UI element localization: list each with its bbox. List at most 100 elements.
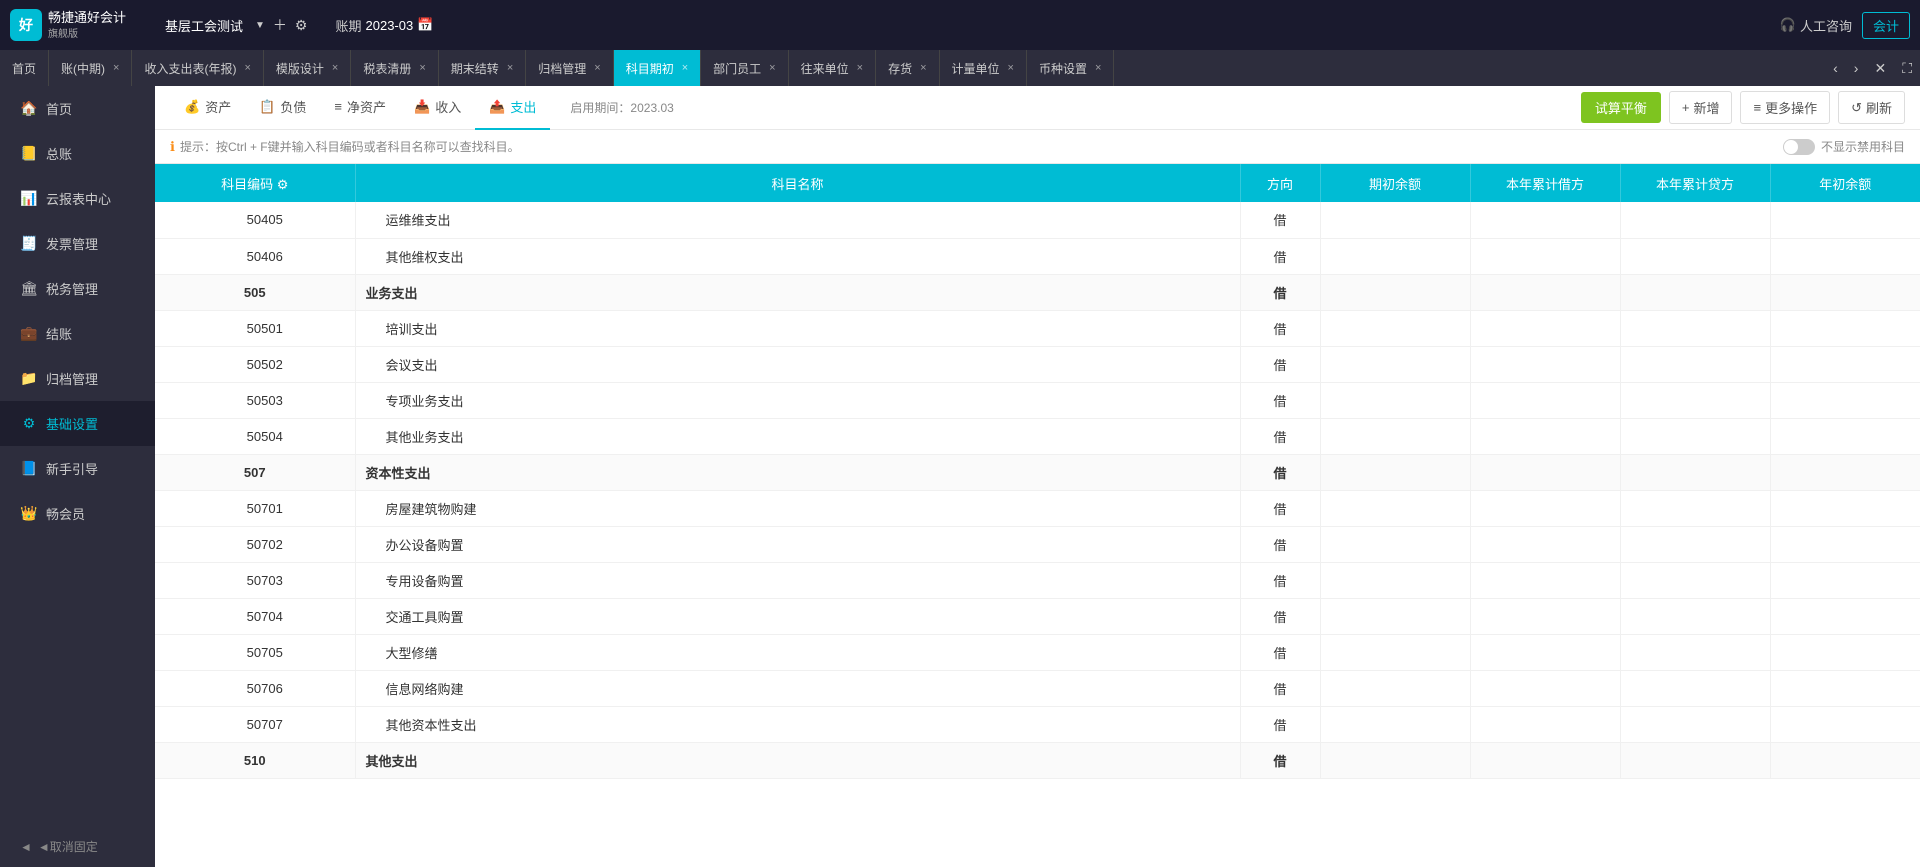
sidebar-pin-toggle[interactable]: ◄ ◄取消固定 xyxy=(0,826,155,867)
sidebar-item-ledger[interactable]: 📒 总账 xyxy=(0,131,155,176)
table-row[interactable]: 50503 专项业务支出 借 xyxy=(155,382,1920,418)
cell-bal[interactable] xyxy=(1320,634,1470,670)
tab-inventory-close[interactable]: × xyxy=(920,62,926,74)
cell-credit[interactable] xyxy=(1620,274,1770,310)
sidebar-item-close[interactable]: 💼 结账 xyxy=(0,311,155,356)
tab-inventory[interactable]: 存货 × xyxy=(876,50,939,86)
cell-credit[interactable] xyxy=(1620,742,1770,778)
tab-tax-close[interactable]: × xyxy=(419,62,425,74)
tab-currency-close[interactable]: × xyxy=(1095,62,1101,74)
tab-close-all[interactable]: ✕ xyxy=(1866,50,1894,86)
add-icon[interactable]: ＋ xyxy=(273,15,287,35)
toggle-disabled[interactable]: 不显示禁用科目 xyxy=(1783,138,1905,155)
cell-year[interactable] xyxy=(1770,202,1920,238)
cell-year[interactable] xyxy=(1770,490,1920,526)
cell-bal[interactable] xyxy=(1320,742,1470,778)
cell-year[interactable] xyxy=(1770,274,1920,310)
table-row[interactable]: 50702 办公设备购置 借 xyxy=(155,526,1920,562)
table-row[interactable]: 50504 其他业务支出 借 xyxy=(155,418,1920,454)
cell-credit[interactable] xyxy=(1620,634,1770,670)
cell-debit[interactable] xyxy=(1470,382,1620,418)
cell-year[interactable] xyxy=(1770,598,1920,634)
tab-archive[interactable]: 归档管理 × xyxy=(526,50,613,86)
sidebar-item-tax[interactable]: 🏛 税务管理 xyxy=(0,266,155,311)
cell-bal[interactable] xyxy=(1320,418,1470,454)
cell-debit[interactable] xyxy=(1470,598,1620,634)
add-button[interactable]: + 新增 xyxy=(1669,91,1733,124)
tab-subject-init-close[interactable]: × xyxy=(682,62,688,74)
service-button[interactable]: 🎧 人工咨询 xyxy=(1780,16,1852,35)
cell-bal[interactable] xyxy=(1320,202,1470,238)
company-dropdown-icon[interactable]: ▼ xyxy=(255,20,265,31)
cell-bal[interactable] xyxy=(1320,490,1470,526)
sidebar-item-archive[interactable]: 📁 归档管理 xyxy=(0,356,155,401)
cell-credit[interactable] xyxy=(1620,490,1770,526)
tab-home[interactable]: 首页 xyxy=(0,50,49,86)
tab-currency[interactable]: 币种设置 × xyxy=(1027,50,1114,86)
calendar-icon[interactable]: 📅 xyxy=(417,17,433,33)
cell-debit[interactable] xyxy=(1470,238,1620,274)
cell-bal[interactable] xyxy=(1320,706,1470,742)
tab-dept-close[interactable]: × xyxy=(769,62,775,74)
cell-bal[interactable] xyxy=(1320,346,1470,382)
sub-tab-income[interactable]: 📥 收入 xyxy=(400,86,475,130)
cell-debit[interactable] xyxy=(1470,310,1620,346)
tab-dept[interactable]: 部门员工 × xyxy=(701,50,788,86)
cell-bal[interactable] xyxy=(1320,238,1470,274)
sidebar-item-settings[interactable]: ⚙ 基础设置 xyxy=(0,401,155,446)
switch-track[interactable] xyxy=(1783,139,1815,155)
col-code-settings-icon[interactable]: ⚙ xyxy=(277,177,289,192)
sidebar-item-invoice[interactable]: 🧾 发票管理 xyxy=(0,221,155,266)
tab-template[interactable]: 模版设计 × xyxy=(264,50,351,86)
balance-button[interactable]: 试算平衡 xyxy=(1581,92,1661,123)
table-row[interactable]: 50707 其他资本性支出 借 xyxy=(155,706,1920,742)
settings-icon[interactable]: ⚙ xyxy=(295,17,308,34)
cell-year[interactable] xyxy=(1770,634,1920,670)
cell-bal[interactable] xyxy=(1320,454,1470,490)
sidebar-item-guide[interactable]: 📘 新手引导 xyxy=(0,446,155,491)
cell-bal[interactable] xyxy=(1320,670,1470,706)
cell-bal[interactable] xyxy=(1320,382,1470,418)
cell-credit[interactable] xyxy=(1620,238,1770,274)
cell-debit[interactable] xyxy=(1470,562,1620,598)
tab-counterparty-close[interactable]: × xyxy=(857,62,863,74)
table-row[interactable]: 50703 专用设备购置 借 xyxy=(155,562,1920,598)
cell-debit[interactable] xyxy=(1470,202,1620,238)
table-row[interactable]: 50706 信息网络购建 借 xyxy=(155,670,1920,706)
sub-tab-liability[interactable]: 📋 负债 xyxy=(245,86,320,130)
cell-credit[interactable] xyxy=(1620,310,1770,346)
cell-credit[interactable] xyxy=(1620,202,1770,238)
cell-debit[interactable] xyxy=(1470,346,1620,382)
sub-tab-equity[interactable]: ≡ 净资产 xyxy=(320,86,400,130)
cell-debit[interactable] xyxy=(1470,526,1620,562)
sidebar-item-member[interactable]: 👑 畅会员 xyxy=(0,491,155,536)
table-row[interactable]: 507 资本性支出 借 xyxy=(155,454,1920,490)
cell-year[interactable] xyxy=(1770,238,1920,274)
table-row[interactable]: 50502 会议支出 借 xyxy=(155,346,1920,382)
table-row[interactable]: 50406 其他维权支出 借 xyxy=(155,238,1920,274)
cell-credit[interactable] xyxy=(1620,526,1770,562)
cell-year[interactable] xyxy=(1770,454,1920,490)
cell-year[interactable] xyxy=(1770,562,1920,598)
cell-debit[interactable] xyxy=(1470,670,1620,706)
cell-bal[interactable] xyxy=(1320,598,1470,634)
cell-credit[interactable] xyxy=(1620,598,1770,634)
table-row[interactable]: 510 其他支出 借 xyxy=(155,742,1920,778)
tab-archive-close[interactable]: × xyxy=(594,62,600,74)
cell-debit[interactable] xyxy=(1470,274,1620,310)
tab-nav-left[interactable]: ‹ xyxy=(1825,50,1846,86)
cell-year[interactable] xyxy=(1770,310,1920,346)
cell-credit[interactable] xyxy=(1620,382,1770,418)
more-button[interactable]: ≡ 更多操作 xyxy=(1740,91,1830,124)
cell-credit[interactable] xyxy=(1620,418,1770,454)
table-row[interactable]: 50405 运维维支出 借 xyxy=(155,202,1920,238)
account-button[interactable]: 会计 xyxy=(1862,12,1910,39)
tab-tax[interactable]: 税表清册 × xyxy=(351,50,438,86)
cell-credit[interactable] xyxy=(1620,346,1770,382)
cell-year[interactable] xyxy=(1770,526,1920,562)
cell-bal[interactable] xyxy=(1320,526,1470,562)
tab-unit-close[interactable]: × xyxy=(1008,62,1014,74)
sub-tab-asset[interactable]: 💰 资产 xyxy=(170,86,245,130)
tab-unit[interactable]: 计量单位 × xyxy=(940,50,1027,86)
cell-credit[interactable] xyxy=(1620,706,1770,742)
